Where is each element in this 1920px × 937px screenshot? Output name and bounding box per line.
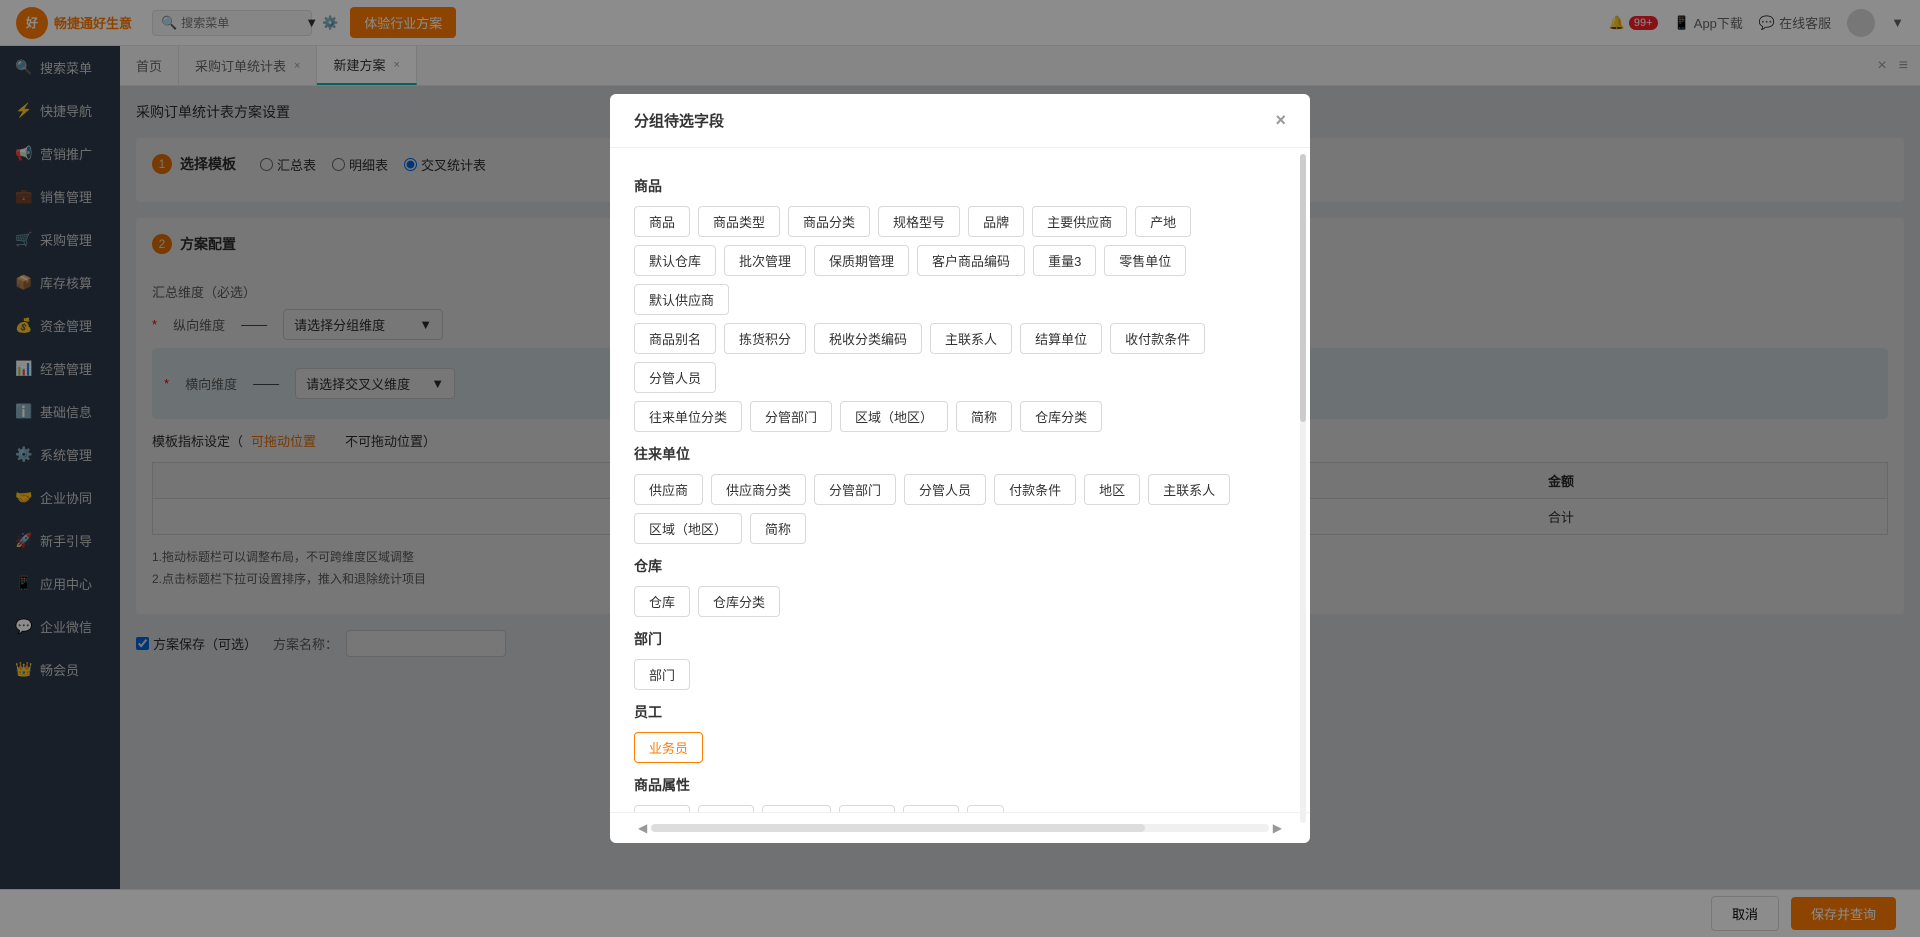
field-grid-product: 商品 商品类型 商品分类 规格型号 品牌 主要供应商 产地	[634, 206, 1286, 237]
field-tag-color[interactable]: 颜色	[698, 805, 754, 813]
field-tag-default-warehouse[interactable]: 默认仓库	[634, 245, 716, 276]
modal-close-btn[interactable]: ×	[1275, 111, 1286, 129]
field-tag-product-category[interactable]: 商品分类	[788, 206, 870, 237]
field-tag-main-contact[interactable]: 主联系人	[930, 323, 1012, 354]
field-tag-tax-code[interactable]: 税收分类编码	[814, 323, 922, 354]
modal-scroll-thumb[interactable]	[1300, 154, 1306, 422]
field-tag-origin[interactable]: 产地	[1135, 206, 1191, 237]
field-tag-payment-terms[interactable]: 收付款条件	[1110, 323, 1205, 354]
field-grid-warehouse: 仓库 仓库分类	[634, 586, 1286, 617]
field-tag-weight3[interactable]: 重量3	[1033, 245, 1096, 276]
modal-title: 分组待选字段	[634, 110, 724, 131]
field-tag-product-type[interactable]: 商品类型	[698, 206, 780, 237]
field-tag-batch-mgmt[interactable]: 批次管理	[724, 245, 806, 276]
field-tag-product[interactable]: 商品	[634, 206, 690, 237]
field-tag-shoe-size[interactable]: 鞋码	[903, 805, 959, 813]
field-tag-supplier-category[interactable]: 供应商分类	[711, 474, 806, 505]
field-tag-short-name[interactable]: 简称	[956, 401, 1012, 432]
section-title-partner: 往来单位	[634, 444, 1286, 464]
field-grid-product-attr: 属性 颜色 多规格 尺码 鞋码 1	[634, 805, 1286, 813]
field-tag-region[interactable]: 区域（地区）	[840, 401, 948, 432]
modal-header: 分组待选字段 ×	[610, 94, 1310, 148]
field-tag-expiry-mgmt[interactable]: 保质期管理	[814, 245, 909, 276]
field-tag-customer-code[interactable]: 客户商品编码	[917, 245, 1025, 276]
field-tag-pick-score[interactable]: 拣货积分	[724, 323, 806, 354]
field-tag-dept[interactable]: 分管部门	[750, 401, 832, 432]
section-title-product: 商品	[634, 176, 1286, 196]
modal-dialog: 分组待选字段 × 商品 商品 商品类型 商品分类 规格型号 品牌 主要供应商 产…	[610, 94, 1310, 844]
field-grid-partner-row2: 区域（地区） 简称	[634, 513, 1286, 544]
modal-footer-scroll: ◀ ▶	[610, 812, 1310, 843]
field-tag-warehouse[interactable]: 仓库	[634, 586, 690, 617]
modal-overlay: 分组待选字段 × 商品 商品 商品类型 商品分类 规格型号 品牌 主要供应商 产…	[0, 0, 1920, 937]
field-tag-attr-1[interactable]: 1	[967, 805, 1004, 813]
field-tag-default-supplier[interactable]: 默认供应商	[634, 284, 729, 315]
section-title-dept: 部门	[634, 629, 1286, 649]
scroll-thumb-horizontal[interactable]	[651, 824, 1145, 832]
field-tag-dept3[interactable]: 部门	[634, 659, 690, 690]
scroll-left-arrow[interactable]: ◀	[634, 821, 651, 835]
field-tag-product-alias[interactable]: 商品别名	[634, 323, 716, 354]
section-title-warehouse: 仓库	[634, 556, 1286, 576]
field-tag-salesperson[interactable]: 业务员	[634, 732, 703, 763]
field-tag-attr[interactable]: 属性	[634, 805, 690, 813]
scroll-right-arrow[interactable]: ▶	[1269, 821, 1286, 835]
field-tag-supplier[interactable]: 供应商	[634, 474, 703, 505]
field-tag-multi-spec[interactable]: 多规格	[762, 805, 831, 813]
field-grid-product-row2: 默认仓库 批次管理 保质期管理 客户商品编码 重量3 零售单位 默认供应商	[634, 245, 1286, 315]
field-grid-partner: 供应商 供应商分类 分管部门 分管人员 付款条件 地区 主联系人	[634, 474, 1286, 505]
field-tag-supervisor2[interactable]: 分管人员	[904, 474, 986, 505]
field-tag-supervisor[interactable]: 分管人员	[634, 362, 716, 393]
field-grid-employee: 业务员	[634, 732, 1286, 763]
field-tag-settlement-unit[interactable]: 结算单位	[1020, 323, 1102, 354]
field-tag-main-contact2[interactable]: 主联系人	[1148, 474, 1230, 505]
section-title-employee: 员工	[634, 702, 1286, 722]
field-tag-dept2[interactable]: 分管部门	[814, 474, 896, 505]
field-tag-region2[interactable]: 区域（地区）	[634, 513, 742, 544]
field-tag-main-supplier[interactable]: 主要供应商	[1032, 206, 1127, 237]
scroll-bar-horizontal[interactable]	[651, 824, 1269, 832]
field-tag-payment-terms2[interactable]: 付款条件	[994, 474, 1076, 505]
modal-body: 商品 商品 商品类型 商品分类 规格型号 品牌 主要供应商 产地 默认仓库 批次…	[610, 148, 1310, 813]
field-tag-size[interactable]: 尺码	[839, 805, 895, 813]
field-grid-dept: 部门	[634, 659, 1286, 690]
field-tag-spec-model[interactable]: 规格型号	[878, 206, 960, 237]
field-tag-short-name2[interactable]: 简称	[750, 513, 806, 544]
modal-scroll-track	[1300, 154, 1306, 824]
section-title-product-attr: 商品属性	[634, 775, 1286, 795]
field-tag-retail-unit[interactable]: 零售单位	[1104, 245, 1186, 276]
field-tag-area[interactable]: 地区	[1084, 474, 1140, 505]
field-tag-partner-category[interactable]: 往来单位分类	[634, 401, 742, 432]
field-grid-product-row3: 商品别名 拣货积分 税收分类编码 主联系人 结算单位 收付款条件 分管人员	[634, 323, 1286, 393]
field-tag-brand[interactable]: 品牌	[968, 206, 1024, 237]
field-grid-product-row4: 往来单位分类 分管部门 区域（地区） 简称 仓库分类	[634, 401, 1286, 432]
field-tag-warehouse-cat[interactable]: 仓库分类	[698, 586, 780, 617]
field-tag-warehouse-category[interactable]: 仓库分类	[1020, 401, 1102, 432]
